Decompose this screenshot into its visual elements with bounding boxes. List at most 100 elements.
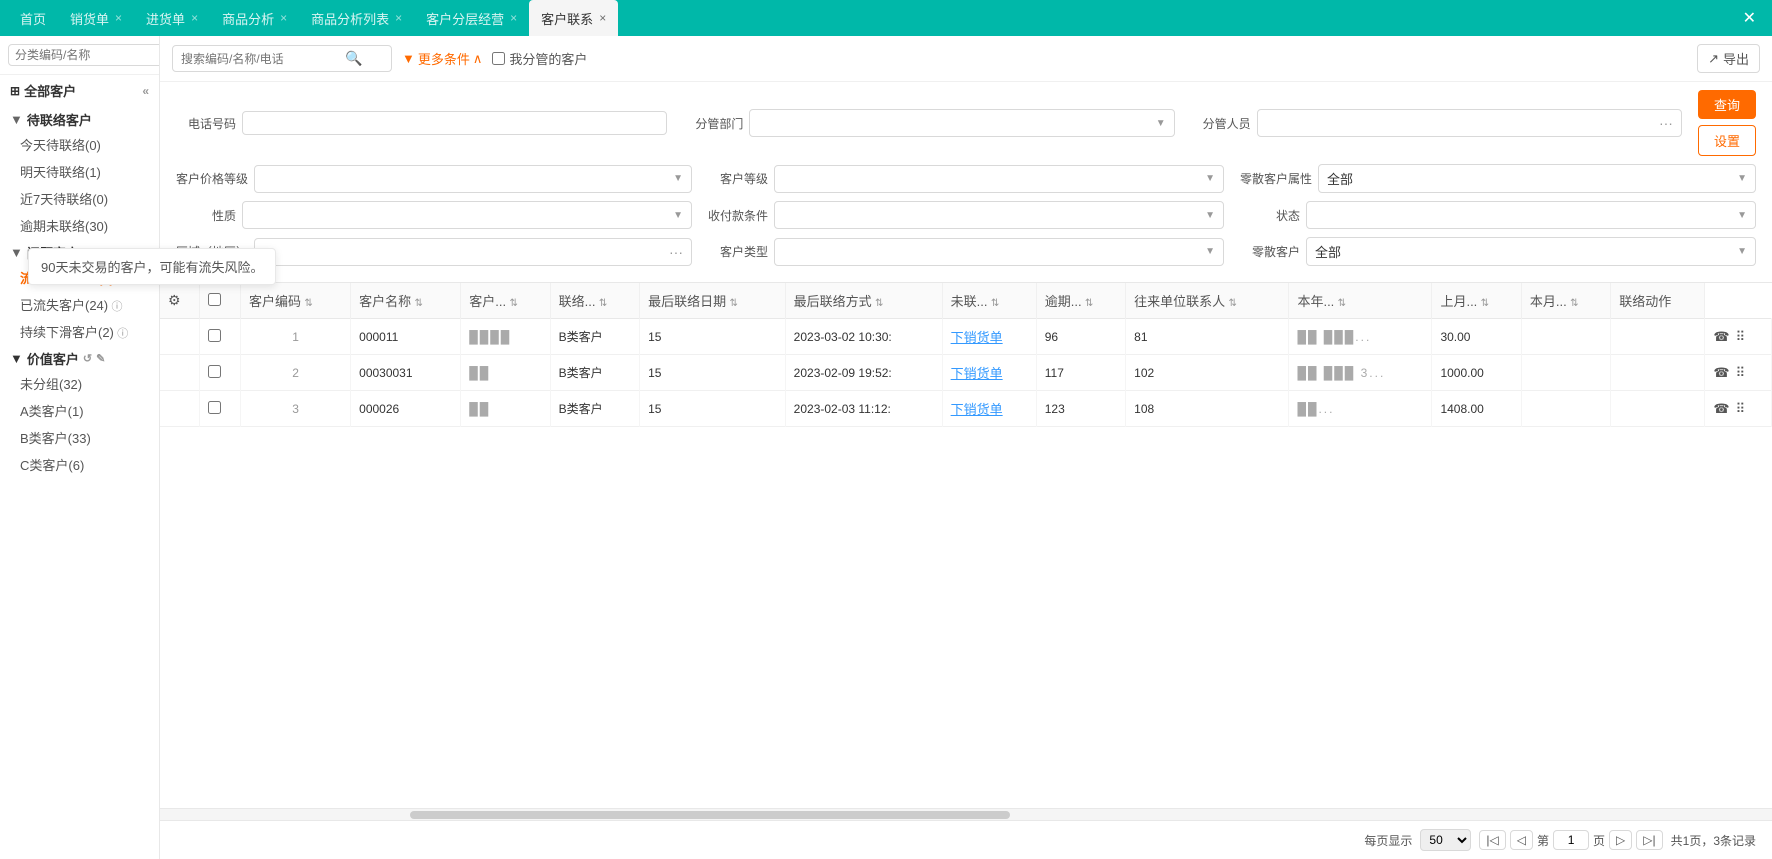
col-overdue[interactable]: 逾期... ⇅ bbox=[1036, 283, 1125, 319]
row-checkbox-1[interactable] bbox=[208, 365, 221, 378]
dept-select[interactable]: ▼ bbox=[749, 109, 1174, 137]
status-select[interactable]: ▼ bbox=[1306, 201, 1756, 229]
contact-person-sort-icon[interactable]: ⇅ bbox=[1229, 298, 1237, 309]
select-all-checkbox[interactable] bbox=[208, 293, 221, 306]
last-page-btn[interactable]: ▷| bbox=[1636, 830, 1662, 850]
col-code[interactable]: 客户编码 ⇅ bbox=[241, 283, 351, 319]
customer-type-select[interactable]: ▼ bbox=[774, 238, 1224, 266]
contact-action-icon-1[interactable]: ☎ bbox=[1713, 365, 1729, 381]
more-action-icon-2[interactable]: ⠿ bbox=[1736, 401, 1746, 417]
row-checkbox-2[interactable] bbox=[208, 401, 221, 414]
per-page-select[interactable]: 50 100 200 bbox=[1420, 829, 1471, 851]
code-sort-icon[interactable]: ⇅ bbox=[304, 298, 312, 309]
col-uncontacted[interactable]: 未联... ⇅ bbox=[942, 283, 1036, 319]
page-input[interactable] bbox=[1553, 830, 1589, 850]
zero-customer-select[interactable]: 全部 ▼ bbox=[1306, 237, 1756, 266]
row-action-cell[interactable]: ☎ ⠿ bbox=[1705, 355, 1772, 391]
sidebar-item-today[interactable]: 今天待联络(0) bbox=[0, 131, 159, 158]
person-select[interactable]: ··· bbox=[1257, 109, 1682, 137]
nature-select[interactable]: ▼ bbox=[242, 201, 692, 229]
payment-select[interactable]: ▼ bbox=[774, 201, 1224, 229]
export-button[interactable]: ↗ 导出 bbox=[1697, 44, 1760, 73]
customer-level-select[interactable]: ▼ bbox=[774, 165, 1224, 193]
more-action-icon-0[interactable]: ⠿ bbox=[1736, 329, 1746, 345]
sidebar-item-ungrouped[interactable]: 未分组(32) bbox=[0, 370, 159, 397]
sidebar-group-value[interactable]: ▼ 价值客户 ↺ ✎ bbox=[0, 345, 159, 370]
tab-product-analysis[interactable]: 商品分析 × bbox=[210, 0, 299, 36]
last-month-sort-icon[interactable]: ⇅ bbox=[1481, 298, 1489, 309]
col-checkbox[interactable] bbox=[200, 283, 241, 319]
col-this-year[interactable]: 本年... ⇅ bbox=[1289, 283, 1432, 319]
sidebar-item-b-class[interactable]: B类客户(33) bbox=[0, 424, 159, 451]
more-conditions-btn[interactable]: ▼ 更多条件 ∧ bbox=[402, 49, 482, 68]
tab-sales-order-close[interactable]: × bbox=[115, 11, 122, 25]
uncontacted-sort-icon[interactable]: ⇅ bbox=[991, 298, 999, 309]
last-date-sort-icon[interactable]: ⇅ bbox=[729, 298, 737, 309]
this-month-sort-icon[interactable]: ⇅ bbox=[1570, 298, 1578, 309]
col-last-method[interactable]: 最后联络方式 ⇅ bbox=[785, 283, 942, 319]
region-more-btn[interactable]: ··· bbox=[669, 244, 683, 260]
col-name[interactable]: 客户名称 ⇅ bbox=[351, 283, 461, 319]
row-checkbox-cell[interactable] bbox=[200, 355, 241, 391]
row-action-cell[interactable]: ☎ ⠿ bbox=[1705, 319, 1772, 355]
next-page-btn[interactable]: ▷ bbox=[1609, 830, 1632, 850]
tab-product-analysis-close[interactable]: × bbox=[280, 11, 287, 25]
table-container[interactable]: ⚙ 客户编码 ⇅ 客户名称 ⇅ 客户... ⇅ 联络... ⇅ 最后联络日期 ⇅… bbox=[160, 283, 1772, 808]
phone-input[interactable] bbox=[242, 111, 667, 135]
col-last-month[interactable]: 上月... ⇅ bbox=[1432, 283, 1521, 319]
settings-button[interactable]: 设置 bbox=[1698, 125, 1756, 156]
all-customers-header[interactable]: ⊞ 全部客户 « bbox=[0, 75, 159, 106]
sidebar-item-c-class[interactable]: C类客户(6) bbox=[0, 451, 159, 478]
my-customers-check[interactable] bbox=[492, 52, 505, 65]
sidebar-item-lost[interactable]: 已流失客户(24) ⓘ bbox=[0, 291, 159, 318]
last-method-link[interactable]: 下销货单 bbox=[951, 330, 1003, 345]
more-action-icon-1[interactable]: ⠿ bbox=[1736, 365, 1746, 381]
row-checkbox-0[interactable] bbox=[208, 329, 221, 342]
query-button[interactable]: 查询 bbox=[1698, 90, 1756, 119]
last-method-link[interactable]: 下销货单 bbox=[951, 366, 1003, 381]
last-method-link[interactable]: 下销货单 bbox=[951, 402, 1003, 417]
contact-count-sort-icon[interactable]: ⇅ bbox=[599, 298, 607, 309]
row-checkbox-cell[interactable] bbox=[200, 319, 241, 355]
tab-sales-order[interactable]: 销货单 × bbox=[58, 0, 134, 36]
sidebar-item-a-class[interactable]: A类客户(1) bbox=[0, 397, 159, 424]
tab-customer-contact-close[interactable]: × bbox=[599, 11, 606, 25]
contact-action-icon-0[interactable]: ☎ bbox=[1713, 329, 1729, 345]
prev-page-btn[interactable]: ◁ bbox=[1510, 830, 1533, 850]
sidebar-collapse-btn[interactable]: « bbox=[142, 84, 149, 98]
horizontal-scrollbar[interactable] bbox=[160, 808, 1772, 820]
tab-product-analysis-list-close[interactable]: × bbox=[395, 11, 402, 25]
row-last-method-cell[interactable]: 下销货单 bbox=[942, 391, 1036, 427]
sidebar-search-input[interactable] bbox=[8, 44, 160, 66]
sidebar-item-7days[interactable]: 近7天待联络(0) bbox=[0, 185, 159, 212]
sidebar-item-tomorrow[interactable]: 明天待联络(1) bbox=[0, 158, 159, 185]
window-close-button[interactable]: ✕ bbox=[1735, 8, 1764, 28]
gear-icon[interactable]: ⚙ bbox=[168, 292, 181, 308]
tab-purchase-order[interactable]: 进货单 × bbox=[134, 0, 210, 36]
tab-customer-contact[interactable]: 客户联系 × bbox=[529, 0, 618, 36]
value-refresh-icon[interactable]: ↺ bbox=[83, 352, 92, 365]
tab-home[interactable]: 首页 bbox=[8, 0, 58, 36]
zero-attr-select[interactable]: 全部 ▼ bbox=[1318, 164, 1756, 193]
price-level-select[interactable]: ▼ bbox=[254, 165, 692, 193]
last-method-sort-icon[interactable]: ⇅ bbox=[875, 298, 883, 309]
tab-product-analysis-list[interactable]: 商品分析列表 × bbox=[299, 0, 414, 36]
tab-customer-tier-close[interactable]: × bbox=[510, 11, 517, 25]
sidebar-group-pending[interactable]: ▼ 待联络客户 bbox=[0, 106, 159, 131]
col-last-date[interactable]: 最后联络日期 ⇅ bbox=[640, 283, 786, 319]
scrollbar-thumb[interactable] bbox=[410, 811, 1010, 819]
this-year-sort-icon[interactable]: ⇅ bbox=[1338, 298, 1346, 309]
tab-purchase-order-close[interactable]: × bbox=[191, 11, 198, 25]
col-this-month[interactable]: 本月... ⇅ bbox=[1521, 283, 1610, 319]
row-last-method-cell[interactable]: 下销货单 bbox=[942, 355, 1036, 391]
col-contact-count[interactable]: 联络... ⇅ bbox=[550, 283, 639, 319]
col-contact-person[interactable]: 往来单位联系人 ⇅ bbox=[1126, 283, 1289, 319]
value-edit-icon[interactable]: ✎ bbox=[96, 352, 105, 365]
contact-action-icon-2[interactable]: ☎ bbox=[1713, 401, 1729, 417]
my-customers-checkbox[interactable]: 我分管的客户 bbox=[492, 49, 587, 68]
filter-search-icon[interactable]: 🔍 bbox=[345, 50, 362, 67]
type-sort-icon[interactable]: ⇅ bbox=[509, 298, 517, 309]
overdue-sort-icon[interactable]: ⇅ bbox=[1085, 298, 1093, 309]
row-last-method-cell[interactable]: 下销货单 bbox=[942, 319, 1036, 355]
name-sort-icon[interactable]: ⇅ bbox=[415, 298, 423, 309]
